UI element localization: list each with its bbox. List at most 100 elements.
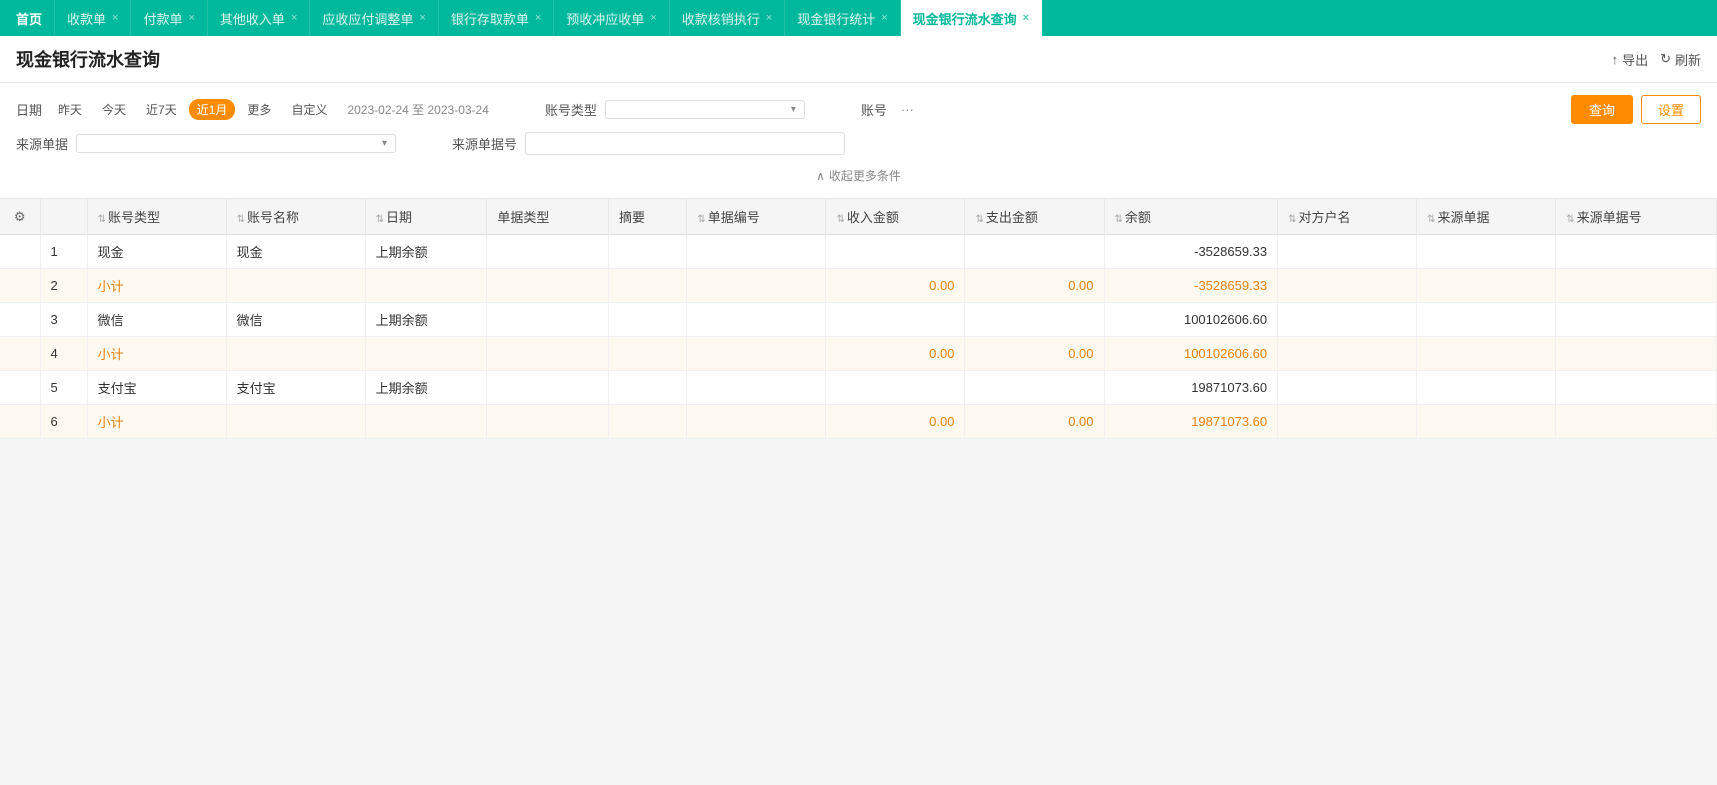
row-source-doc-no-cell	[1556, 235, 1717, 269]
close-icon[interactable]: ×	[1023, 12, 1029, 24]
refresh-button[interactable]: ↻ 刷新	[1660, 50, 1701, 69]
account-more-button[interactable]: ···	[895, 100, 920, 119]
row-index-cell: 1	[40, 235, 87, 269]
filter-row-2: 来源单据 ▾ 来源单据号	[16, 132, 1701, 155]
date-btn-today[interactable]: 今天	[94, 99, 134, 120]
sort-icon: ⇅	[1288, 214, 1296, 225]
col-doc-no[interactable]: ⇅单据编号	[687, 199, 826, 235]
close-icon[interactable]: ×	[766, 12, 772, 24]
gear-icon[interactable]: ⚙	[14, 209, 26, 224]
table-row[interactable]: 6 小计 0.00 0.00 19871073.60	[0, 405, 1717, 439]
row-summary-cell	[609, 371, 687, 405]
account-type-label: 账号类型	[545, 100, 597, 119]
top-navigation: 首页 收款单 × 付款单 × 其他收入单 × 应收应付调整单 × 银行存取款单 …	[0, 0, 1717, 36]
page-header: 现金银行流水查询 ↑ 导出 ↻ 刷新	[0, 36, 1717, 83]
close-icon[interactable]: ×	[419, 12, 425, 24]
row-doc-type-cell	[487, 235, 609, 269]
date-btn-7days[interactable]: 近7天	[138, 99, 185, 120]
row-counterparty-cell	[1278, 337, 1417, 371]
row-income-cell	[826, 371, 965, 405]
close-icon[interactable]: ×	[650, 12, 656, 24]
source-doc-label: 来源单据	[16, 134, 68, 153]
source-doc-no-filter-group: 来源单据号	[452, 132, 845, 155]
date-btn-custom[interactable]: 自定义	[283, 99, 335, 120]
row-summary-cell	[609, 337, 687, 371]
col-source-doc[interactable]: ⇅来源单据	[1417, 199, 1556, 235]
nav-tab-other-income[interactable]: 其他收入单 ×	[208, 0, 310, 36]
sort-icon: ⇅	[836, 214, 844, 225]
row-income-cell: 0.00	[826, 405, 965, 439]
settings-button[interactable]: 设置	[1641, 95, 1701, 124]
header-actions: ↑ 导出 ↻ 刷新	[1612, 50, 1701, 69]
table-row[interactable]: 2 小计 0.00 0.00 -3528659.33	[0, 269, 1717, 303]
action-buttons: 查询 设置	[1571, 95, 1701, 124]
source-doc-select[interactable]: ▾	[76, 134, 396, 153]
nav-tab-ar-ap-adjust[interactable]: 应收应付调整单 ×	[310, 0, 438, 36]
nav-tab-cash-flow[interactable]: 现金银行流水查询 ×	[901, 0, 1042, 36]
date-label: 日期	[16, 100, 42, 119]
close-icon[interactable]: ×	[535, 12, 541, 24]
nav-tab-home[interactable]: 首页	[4, 0, 55, 36]
row-expense-cell	[965, 371, 1104, 405]
chevron-down-icon: ▾	[791, 104, 796, 115]
query-button[interactable]: 查询	[1571, 95, 1633, 124]
col-counterparty[interactable]: ⇅对方户名	[1278, 199, 1417, 235]
row-index-cell: 2	[40, 269, 87, 303]
row-date-cell	[365, 405, 487, 439]
row-expense-cell: 0.00	[965, 269, 1104, 303]
close-icon[interactable]: ×	[881, 12, 887, 24]
col-account-name[interactable]: ⇅账号名称	[226, 199, 365, 235]
table-row[interactable]: 3 微信 微信 上期余额 100102606.60	[0, 303, 1717, 337]
col-source-doc-no[interactable]: ⇅来源单据号	[1556, 199, 1717, 235]
row-date-cell	[365, 337, 487, 371]
export-button[interactable]: ↑ 导出	[1612, 50, 1649, 69]
table-row[interactable]: 5 支付宝 支付宝 上期余额 19871073.60	[0, 371, 1717, 405]
col-balance[interactable]: ⇅余额	[1104, 199, 1278, 235]
row-account-type-cell: 小计	[87, 269, 226, 303]
source-doc-no-input[interactable]	[525, 132, 845, 155]
collapse-filter-button[interactable]: ∧ 收起更多条件	[16, 163, 1701, 186]
col-account-type[interactable]: ⇅账号类型	[87, 199, 226, 235]
row-settings-cell	[0, 269, 40, 303]
nav-tab-receipt[interactable]: 收款单 ×	[55, 0, 131, 36]
nav-tab-payment[interactable]: 付款单 ×	[131, 0, 207, 36]
row-counterparty-cell	[1278, 269, 1417, 303]
row-balance-cell: 100102606.60	[1104, 303, 1278, 337]
close-icon[interactable]: ×	[291, 12, 297, 24]
date-btn-1month[interactable]: 近1月	[189, 99, 236, 120]
table-header-row: ⚙ ⇅账号类型 ⇅账号名称 ⇅日期 单据类型 摘要 ⇅单据编号 ⇅收入金额 ⇅支…	[0, 199, 1717, 235]
filter-area: 日期 昨天 今天 近7天 近1月 更多 自定义 2023-02-24 至 202…	[0, 83, 1717, 199]
account-type-select[interactable]: ▾	[605, 100, 805, 119]
nav-tab-receipt-verify[interactable]: 收款核销执行 ×	[670, 0, 785, 36]
col-idx	[40, 199, 87, 235]
date-btn-more[interactable]: 更多	[239, 99, 279, 120]
row-doc-no-cell	[687, 337, 826, 371]
col-expense[interactable]: ⇅支出金额	[965, 199, 1104, 235]
close-icon[interactable]: ×	[188, 12, 194, 24]
table-row[interactable]: 1 现金 现金 上期余额 -3528659.33	[0, 235, 1717, 269]
table-row[interactable]: 4 小计 0.00 0.00 100102606.60	[0, 337, 1717, 371]
row-date-cell	[365, 269, 487, 303]
row-counterparty-cell	[1278, 303, 1417, 337]
row-doc-no-cell	[687, 371, 826, 405]
col-income[interactable]: ⇅收入金额	[826, 199, 965, 235]
row-counterparty-cell	[1278, 235, 1417, 269]
date-btn-yesterday[interactable]: 昨天	[50, 99, 90, 120]
sort-icon: ⇅	[975, 214, 983, 225]
source-doc-no-label: 来源单据号	[452, 134, 517, 153]
row-source-doc-cell	[1417, 269, 1556, 303]
row-source-doc-no-cell	[1556, 371, 1717, 405]
col-settings[interactable]: ⚙	[0, 199, 40, 235]
close-icon[interactable]: ×	[112, 12, 118, 24]
nav-tab-bank-deposit[interactable]: 银行存取款单 ×	[439, 0, 554, 36]
row-doc-no-cell	[687, 303, 826, 337]
page-title: 现金银行流水查询	[16, 46, 160, 72]
nav-tab-cash-stat[interactable]: 现金银行统计 ×	[785, 0, 900, 36]
date-range-display: 2023-02-24 至 2023-03-24	[347, 101, 488, 118]
nav-tab-prepaid-offset[interactable]: 预收冲应收单 ×	[554, 0, 669, 36]
row-summary-cell	[609, 405, 687, 439]
row-account-name-cell: 支付宝	[226, 371, 365, 405]
col-date[interactable]: ⇅日期	[365, 199, 487, 235]
row-doc-type-cell	[487, 269, 609, 303]
sort-icon: ⇅	[1566, 214, 1574, 225]
